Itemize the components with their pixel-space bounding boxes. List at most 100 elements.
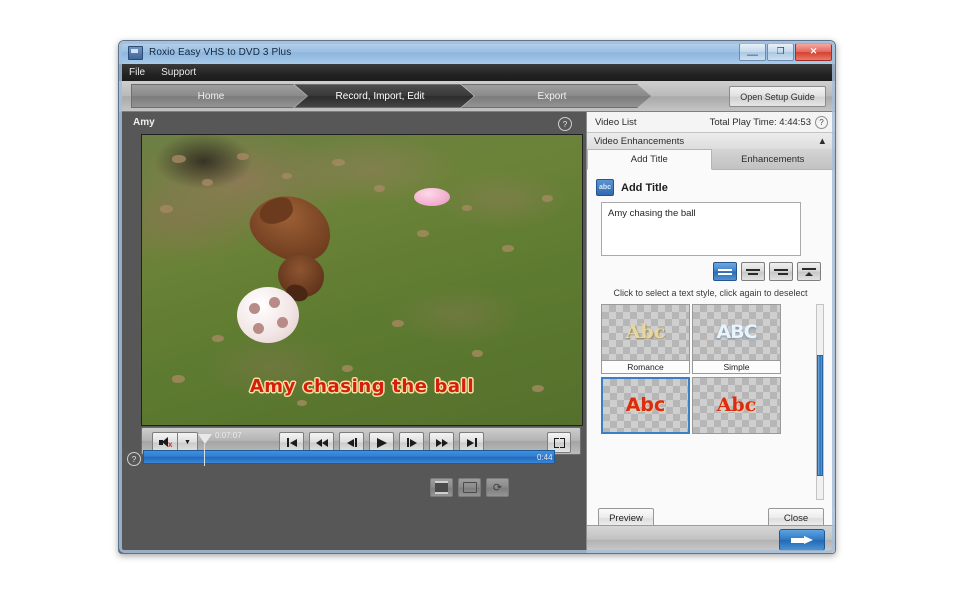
dog-subject	[241, 183, 342, 305]
align-bar	[774, 268, 788, 271]
align-left-button[interactable]	[741, 262, 765, 281]
help-icon: ?	[127, 452, 141, 466]
align-right-button[interactable]	[769, 262, 793, 281]
align-bottom-filled-button[interactable]	[713, 262, 737, 281]
align-bar	[718, 268, 732, 271]
title-text-input[interactable]	[601, 202, 801, 256]
style-label: Simple	[692, 361, 781, 374]
video-content: Amy chasing the ball	[142, 135, 582, 425]
fullscreen-icon	[553, 437, 565, 448]
clip-name-label: Amy	[133, 117, 155, 128]
total-play-time-label: Total Play Time:	[709, 116, 777, 128]
maximize-button[interactable]: ❐	[767, 43, 794, 61]
playhead-line	[204, 444, 205, 466]
minimize-icon: —	[747, 48, 758, 61]
chevron-down-icon: ▼	[184, 439, 191, 446]
help-icon: ?	[815, 115, 828, 129]
step-back-icon	[346, 438, 357, 447]
video-list-label: Video List	[595, 116, 637, 128]
caret-up-icon	[805, 271, 813, 276]
duration-label: 0:44	[537, 453, 553, 462]
next-bar	[587, 525, 835, 553]
menu-item-support[interactable]: Support	[161, 67, 196, 78]
undo-tool-button[interactable]: ⟲	[486, 478, 509, 497]
style-sample: Abc	[625, 394, 666, 416]
undo-icon: ⟲	[492, 482, 503, 494]
tab-record-import-edit[interactable]: Record, Import, Edit	[294, 84, 474, 108]
next-button[interactable]	[779, 529, 825, 551]
add-title-panel: abc Add Title Amy chasing the ball Click…	[587, 170, 835, 508]
enhancements-panel: Video List Total Play Time: 4:44:53 ? Vi…	[586, 112, 835, 553]
speaker-muted-icon: x	[158, 437, 173, 449]
video-list-help-button[interactable]: ?	[815, 115, 828, 129]
filmstrip-tool-button[interactable]	[430, 478, 453, 497]
app-icon	[128, 45, 143, 60]
alignment-buttons	[713, 262, 821, 281]
add-title-heading: Add Title	[621, 181, 668, 194]
style-sample: ABC	[716, 321, 757, 343]
timeline-scrubber[interactable]: 0:07:07	[143, 431, 555, 466]
align-bar	[748, 272, 758, 275]
playhead-handle[interactable]	[198, 434, 212, 444]
application-window: Roxio Easy VHS to DVD 3 Plus — ❐ ✕ File …	[118, 40, 836, 554]
screen-root: Roxio Easy VHS to DVD 3 Plus — ❐ ✕ File …	[0, 0, 958, 599]
minimize-button[interactable]: —	[739, 43, 766, 61]
skip-start-icon	[286, 438, 297, 447]
snapshot-tool-button[interactable]	[458, 478, 481, 497]
tab-export[interactable]: Export	[461, 84, 651, 108]
align-bar	[802, 267, 816, 270]
video-enhancements-label: Video Enhancements	[594, 136, 685, 147]
timeline-help-button[interactable]: ?	[127, 452, 141, 466]
collapse-icon[interactable]: ▲	[818, 136, 827, 147]
frisbee-object	[414, 188, 450, 206]
gallery-scrollbar[interactable]	[816, 304, 824, 500]
style-thumbnail: Abc	[601, 377, 690, 434]
close-button[interactable]: ✕	[795, 43, 832, 61]
style-thumbnail: Abc	[692, 377, 781, 434]
style-card[interactable]: Abc Romance	[601, 304, 690, 374]
rewind-icon	[315, 438, 328, 447]
open-setup-guide-button[interactable]: Open Setup Guide	[729, 86, 826, 107]
style-card-selected[interactable]: Abc	[601, 377, 690, 434]
next-arrow-icon	[791, 535, 813, 545]
navigation-strip: Home Record, Import, Edit Export Open Se…	[119, 81, 835, 112]
video-list-header: Video List Total Play Time: 4:44:53 ?	[587, 112, 835, 132]
scrollbar-thumb[interactable]	[817, 355, 823, 476]
close-icon: ✕	[809, 45, 818, 56]
align-bar	[746, 268, 760, 271]
video-caption-overlay: Amy chasing the ball	[249, 376, 475, 397]
tab-enhancements[interactable]: Enhancements	[711, 149, 835, 170]
fast-forward-icon	[435, 438, 448, 447]
abc-icon: abc	[596, 179, 614, 196]
preview-help-button[interactable]: ?	[558, 117, 572, 131]
align-top-button[interactable]	[797, 262, 821, 281]
style-card[interactable]: ABC Simple	[692, 304, 781, 374]
skip-end-icon	[466, 438, 477, 447]
panel-footer: Preview Close	[587, 508, 835, 528]
style-label: Romance	[601, 361, 690, 374]
menu-item-file[interactable]: File	[129, 67, 145, 78]
help-icon: ?	[558, 117, 572, 131]
title-bar: Roxio Easy VHS to DVD 3 Plus — ❐ ✕	[119, 41, 835, 64]
total-play-time: Total Play Time: 4:44:53	[710, 117, 811, 128]
total-play-time-value: 4:44:53	[779, 116, 811, 128]
style-thumbnail: Abc	[601, 304, 690, 361]
add-title-heading-row: abc Add Title	[596, 179, 668, 196]
play-icon	[376, 437, 387, 448]
editing-tools: ⟲	[430, 478, 509, 497]
style-card[interactable]: Abc	[692, 377, 781, 434]
style-thumbnail: ABC	[692, 304, 781, 361]
tab-home[interactable]: Home	[131, 84, 307, 108]
workflow-tabs: Home Record, Import, Edit Export	[131, 84, 638, 108]
video-preview-pane: Amy ? Amy chasing the ball x ▼ ? 0:07:07…	[119, 112, 586, 553]
window-title: Roxio Easy VHS to DVD 3 Plus	[149, 47, 292, 58]
mute-x-mark: x	[168, 440, 173, 449]
text-style-gallery[interactable]: Abc Romance ABC Simple Abc Abc	[601, 304, 784, 502]
style-sample: Abc	[716, 394, 757, 416]
current-time-label: 0:07:07	[215, 431, 242, 440]
window-controls: — ❐ ✕	[739, 43, 832, 61]
style-sample: Abc	[625, 321, 666, 343]
tab-add-title[interactable]: Add Title	[587, 149, 712, 170]
style-hint-text: Click to select a text style, click agai…	[613, 288, 808, 298]
video-frame[interactable]: Amy chasing the ball	[141, 134, 583, 426]
